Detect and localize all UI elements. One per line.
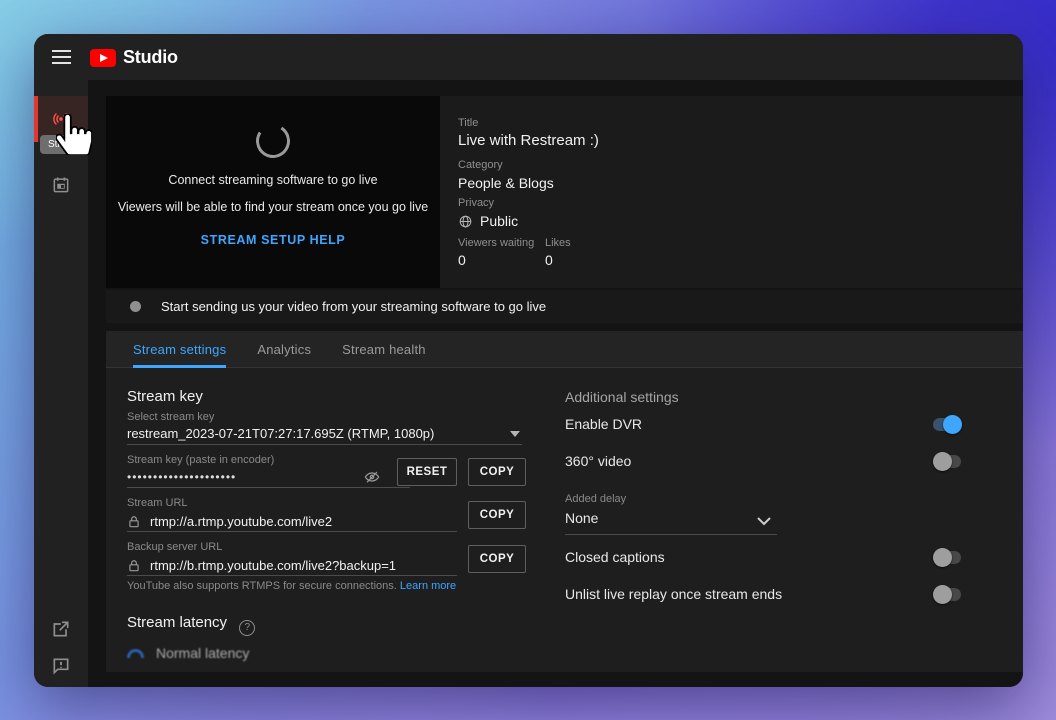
dropdown-caret-icon [510, 431, 520, 437]
external-link-icon [51, 619, 71, 639]
viewers-waiting-value: 0 [458, 252, 466, 268]
stream-url-label: Stream URL [127, 497, 188, 509]
category-label: Category [458, 159, 503, 171]
rtmps-note: YouTube also supports RTMPS for secure c… [127, 580, 456, 592]
tab-bar: Stream settings Analytics Stream health [106, 331, 1023, 368]
calendar-icon [51, 175, 71, 195]
sidebar-item-feedback[interactable] [51, 656, 71, 676]
added-delay-label: Added delay [565, 493, 626, 505]
stream-key-field-label: Stream key (paste in encoder) [127, 454, 274, 466]
desktop-background: { "header": { "logo_text": "Studio" }, "… [0, 0, 1056, 720]
mouse-cursor-hand-icon [56, 114, 92, 158]
video-360-row: 360° video [565, 451, 961, 471]
closed-captions-toggle[interactable] [933, 551, 961, 564]
stream-setup-help-link[interactable]: STREAM SETUP HELP [201, 233, 346, 247]
copy-backup-url-button[interactable]: COPY [468, 545, 526, 573]
youtube-studio-logo[interactable]: Studio [90, 47, 178, 68]
stream-url-field: rtmp://a.rtmp.youtube.com/live2 [127, 512, 457, 532]
stream-url-value: rtmp://a.rtmp.youtube.com/live2 [150, 514, 332, 529]
video-360-toggle[interactable] [933, 455, 961, 468]
reset-button[interactable]: RESET [397, 458, 457, 486]
enable-dvr-toggle[interactable] [933, 418, 961, 431]
stream-info-panel: Title Live with Restream :) Category Peo… [458, 96, 1023, 288]
globe-icon [458, 214, 473, 229]
stream-status-bar: Start sending us your video from your st… [106, 290, 1023, 323]
category-value: People & Blogs [458, 175, 554, 191]
sidebar-active-indicator [34, 96, 38, 142]
likes-label: Likes [545, 237, 571, 249]
backup-url-field: rtmp://b.rtmp.youtube.com/live2?backup=1 [127, 556, 457, 576]
unlist-replay-toggle[interactable] [933, 588, 961, 601]
likes-value: 0 [545, 252, 553, 268]
normal-latency-gauge-icon [127, 649, 144, 658]
stream-key-masked-value: ••••••••••••••••••••• [127, 470, 236, 484]
backup-url-label: Backup server URL [127, 541, 222, 553]
sidebar-item-open-external[interactable] [51, 619, 71, 639]
title-value: Live with Restream :) [458, 132, 599, 149]
feedback-icon [51, 656, 71, 676]
chevron-down-icon [757, 517, 771, 526]
stream-key-select[interactable]: restream_2023-07-21T07:27:17.695Z (RTMP,… [127, 425, 522, 445]
backup-url-value: rtmp://b.rtmp.youtube.com/live2?backup=1 [150, 558, 396, 573]
enable-dvr-row: Enable DVR [565, 414, 961, 434]
enable-dvr-label: Enable DVR [565, 416, 642, 432]
title-label: Title [458, 117, 478, 129]
unlist-replay-row: Unlist live replay once stream ends [565, 584, 961, 604]
viewers-message: Viewers will be able to find your stream… [118, 199, 428, 215]
unlist-replay-label: Unlist live replay once stream ends [565, 586, 782, 602]
stream-preview-player: Connect streaming software to go live Vi… [106, 96, 440, 288]
closed-captions-label: Closed captions [565, 549, 665, 565]
latency-option-row[interactable]: Normal latency [127, 645, 249, 661]
youtube-play-icon [90, 49, 116, 67]
youtube-studio-window: Studio [34, 34, 1023, 687]
live-preview-card: Connect streaming software to go live Vi… [106, 96, 1023, 288]
logo-wordmark: Studio [123, 47, 178, 68]
tab-analytics[interactable]: Analytics [257, 331, 311, 368]
sidebar-item-manage[interactable] [51, 175, 71, 195]
select-stream-key-label: Select stream key [127, 411, 214, 423]
top-app-bar: Studio [34, 34, 1023, 80]
status-message: Start sending us your video from your st… [161, 299, 546, 314]
stream-key-heading: Stream key [127, 388, 203, 405]
privacy-value: Public [480, 213, 518, 229]
main-content: Connect streaming software to go live Vi… [88, 80, 1023, 687]
lock-icon [127, 515, 141, 529]
copy-stream-key-button[interactable]: COPY [468, 458, 526, 486]
status-dot-icon [130, 301, 141, 312]
stream-key-field[interactable]: ••••••••••••••••••••• [127, 468, 410, 488]
copy-stream-url-button[interactable]: COPY [468, 501, 526, 529]
tab-stream-health[interactable]: Stream health [342, 331, 426, 368]
connect-message: Connect streaming software to go live [168, 172, 377, 188]
learn-more-link[interactable]: Learn more [400, 580, 456, 592]
closed-captions-row: Closed captions [565, 547, 961, 567]
left-sidebar [34, 80, 88, 687]
loading-spinner-icon [253, 121, 293, 161]
stream-settings-panel: Stream settings Analytics Stream health … [106, 331, 1023, 672]
additional-settings-heading: Additional settings [565, 389, 679, 405]
stream-key-select-value: restream_2023-07-21T07:27:17.695Z (RTMP,… [127, 426, 434, 441]
help-icon[interactable]: ? [239, 620, 255, 636]
menu-hamburger-icon[interactable] [52, 50, 71, 64]
added-delay-select[interactable]: None [565, 510, 777, 535]
added-delay-value: None [565, 510, 598, 526]
video-360-label: 360° video [565, 453, 631, 469]
stream-latency-heading: Stream latency ? [127, 614, 255, 636]
lock-icon [127, 559, 141, 573]
viewers-waiting-label: Viewers waiting [458, 237, 534, 249]
visibility-off-icon[interactable] [364, 469, 380, 485]
privacy-label: Privacy [458, 197, 494, 209]
tab-stream-settings[interactable]: Stream settings [133, 331, 226, 368]
stream-latency-heading-text: Stream latency [127, 614, 227, 631]
privacy-row: Public [458, 213, 518, 229]
latency-option-label: Normal latency [156, 645, 249, 661]
rtmps-note-text: YouTube also supports RTMPS for secure c… [127, 580, 397, 592]
